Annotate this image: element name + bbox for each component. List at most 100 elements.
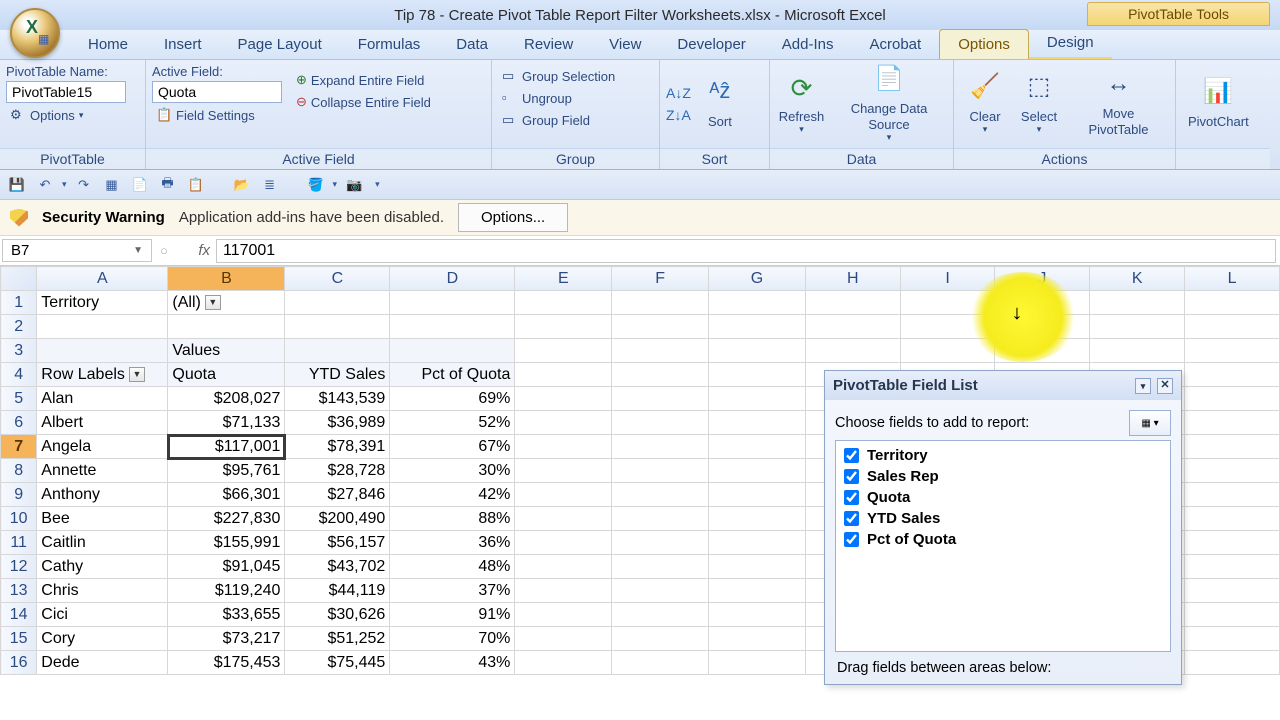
cell-A7[interactable]: Angela xyxy=(37,435,168,459)
cell-A10[interactable]: Bee xyxy=(37,507,168,531)
cell-L14[interactable] xyxy=(1185,603,1280,627)
cell-L5[interactable] xyxy=(1185,387,1280,411)
cell-G11[interactable] xyxy=(709,531,806,555)
cell-A9[interactable]: Anthony xyxy=(37,483,168,507)
cell-F9[interactable] xyxy=(612,483,709,507)
cell-F13[interactable] xyxy=(612,579,709,603)
cell-L7[interactable] xyxy=(1185,435,1280,459)
field-list-title-bar[interactable]: PivotTable Field List ▾ ✕ xyxy=(825,371,1181,400)
cell-D6[interactable]: 52% xyxy=(390,411,515,435)
cell-E14[interactable] xyxy=(515,603,612,627)
cell-L8[interactable] xyxy=(1185,459,1280,483)
name-box[interactable]: B7 ▼ xyxy=(2,239,152,262)
cell-F10[interactable] xyxy=(612,507,709,531)
cell-E8[interactable] xyxy=(515,459,612,483)
ribbon-tab-review[interactable]: Review xyxy=(506,30,591,59)
cell-C10[interactable]: $200,490 xyxy=(285,507,390,531)
cell-E13[interactable] xyxy=(515,579,612,603)
cell-A1[interactable]: Territory xyxy=(37,291,168,315)
close-icon[interactable]: ✕ xyxy=(1157,378,1173,394)
cell-D7[interactable]: 67% xyxy=(390,435,515,459)
cell-H3[interactable] xyxy=(805,339,900,363)
cell-F12[interactable] xyxy=(612,555,709,579)
paste-icon[interactable]: 📋 xyxy=(185,174,207,196)
cell-F3[interactable] xyxy=(612,339,709,363)
options-button[interactable]: ⚙ Options ▾ xyxy=(6,105,139,125)
cell-D4[interactable]: Pct of Quota xyxy=(390,363,515,387)
pivottable-name-input[interactable] xyxy=(6,81,126,103)
cell-K1[interactable] xyxy=(1090,291,1185,315)
cell-G7[interactable] xyxy=(709,435,806,459)
row-header-2[interactable]: 2 xyxy=(1,315,37,339)
column-header-I[interactable]: I xyxy=(900,267,995,291)
cell-C14[interactable]: $30,626 xyxy=(285,603,390,627)
ribbon-tab-options[interactable]: Options xyxy=(939,29,1029,59)
field-settings-button[interactable]: 📋 Field Settings xyxy=(152,105,282,125)
cell-G13[interactable] xyxy=(709,579,806,603)
ribbon-tab-page-layout[interactable]: Page Layout xyxy=(220,30,340,59)
cell-G14[interactable] xyxy=(709,603,806,627)
column-header-G[interactable]: G xyxy=(709,267,806,291)
worksheet[interactable]: ABCDEFGHIJKL1Territory(All)▼23Values4Row… xyxy=(0,266,1280,720)
cell-C3[interactable] xyxy=(285,339,390,363)
field-checkbox[interactable] xyxy=(844,469,859,484)
cell-E11[interactable] xyxy=(515,531,612,555)
row-header-13[interactable]: 13 xyxy=(1,579,37,603)
ribbon-tab-insert[interactable]: Insert xyxy=(146,30,220,59)
formula-input[interactable] xyxy=(216,239,1276,263)
row-header-1[interactable]: 1 xyxy=(1,291,37,315)
field-item-quota[interactable]: Quota xyxy=(842,487,1164,508)
row-header-3[interactable]: 3 xyxy=(1,339,37,363)
ribbon-tab-view[interactable]: View xyxy=(591,30,659,59)
column-header-D[interactable]: D xyxy=(390,267,515,291)
field-item-pct-of-quota[interactable]: Pct of Quota xyxy=(842,529,1164,550)
column-header-C[interactable]: C xyxy=(285,267,390,291)
cell-F16[interactable] xyxy=(612,651,709,675)
cell-E3[interactable] xyxy=(515,339,612,363)
cell-F1[interactable] xyxy=(612,291,709,315)
filter-dropdown-icon[interactable]: ▼ xyxy=(205,295,221,310)
cell-F4[interactable] xyxy=(612,363,709,387)
field-list-box[interactable]: TerritorySales RepQuotaYTD SalesPct of Q… xyxy=(835,440,1171,652)
cell-F2[interactable] xyxy=(612,315,709,339)
cell-G4[interactable] xyxy=(709,363,806,387)
field-item-sales-rep[interactable]: Sales Rep xyxy=(842,466,1164,487)
fx-icon[interactable]: fx xyxy=(178,242,216,259)
field-checkbox[interactable] xyxy=(844,511,859,526)
chevron-down-icon[interactable]: ▼ xyxy=(133,245,143,256)
cell-G12[interactable] xyxy=(709,555,806,579)
cell-E15[interactable] xyxy=(515,627,612,651)
change-data-source-button[interactable]: 📄 Change Data Source▾ xyxy=(831,63,947,145)
cell-A13[interactable]: Chris xyxy=(37,579,168,603)
cell-F6[interactable] xyxy=(612,411,709,435)
cell-F11[interactable] xyxy=(612,531,709,555)
cell-D10[interactable]: 88% xyxy=(390,507,515,531)
row-header-15[interactable]: 15 xyxy=(1,627,37,651)
cell-D3[interactable] xyxy=(390,339,515,363)
filter-dropdown-icon[interactable]: ▼ xyxy=(129,367,145,382)
cell-F14[interactable] xyxy=(612,603,709,627)
cell-E4[interactable] xyxy=(515,363,612,387)
cell-C16[interactable]: $75,445 xyxy=(285,651,390,675)
cell-D13[interactable]: 37% xyxy=(390,579,515,603)
row-header-10[interactable]: 10 xyxy=(1,507,37,531)
collapse-field-button[interactable]: ⊖ Collapse Entire Field xyxy=(292,92,435,112)
print-icon[interactable]: 🖶 xyxy=(157,174,179,196)
cell-B15[interactable]: $73,217 xyxy=(168,627,285,651)
cell-D2[interactable] xyxy=(390,315,515,339)
cell-C15[interactable]: $51,252 xyxy=(285,627,390,651)
cell-L4[interactable] xyxy=(1185,363,1280,387)
cell-A12[interactable]: Cathy xyxy=(37,555,168,579)
cell-F15[interactable] xyxy=(612,627,709,651)
cell-L6[interactable] xyxy=(1185,411,1280,435)
cell-L1[interactable] xyxy=(1185,291,1280,315)
refresh-button[interactable]: ⟳ Refresh▾ xyxy=(776,71,827,137)
cell-L3[interactable] xyxy=(1185,339,1280,363)
save-icon[interactable]: 💾 xyxy=(6,174,28,196)
cell-C6[interactable]: $36,989 xyxy=(285,411,390,435)
cell-C8[interactable]: $28,728 xyxy=(285,459,390,483)
open-icon[interactable]: 📂 xyxy=(231,174,253,196)
expand-field-button[interactable]: ⊕ Expand Entire Field xyxy=(292,70,435,90)
ribbon-tab-developer[interactable]: Developer xyxy=(659,30,763,59)
row-header-5[interactable]: 5 xyxy=(1,387,37,411)
